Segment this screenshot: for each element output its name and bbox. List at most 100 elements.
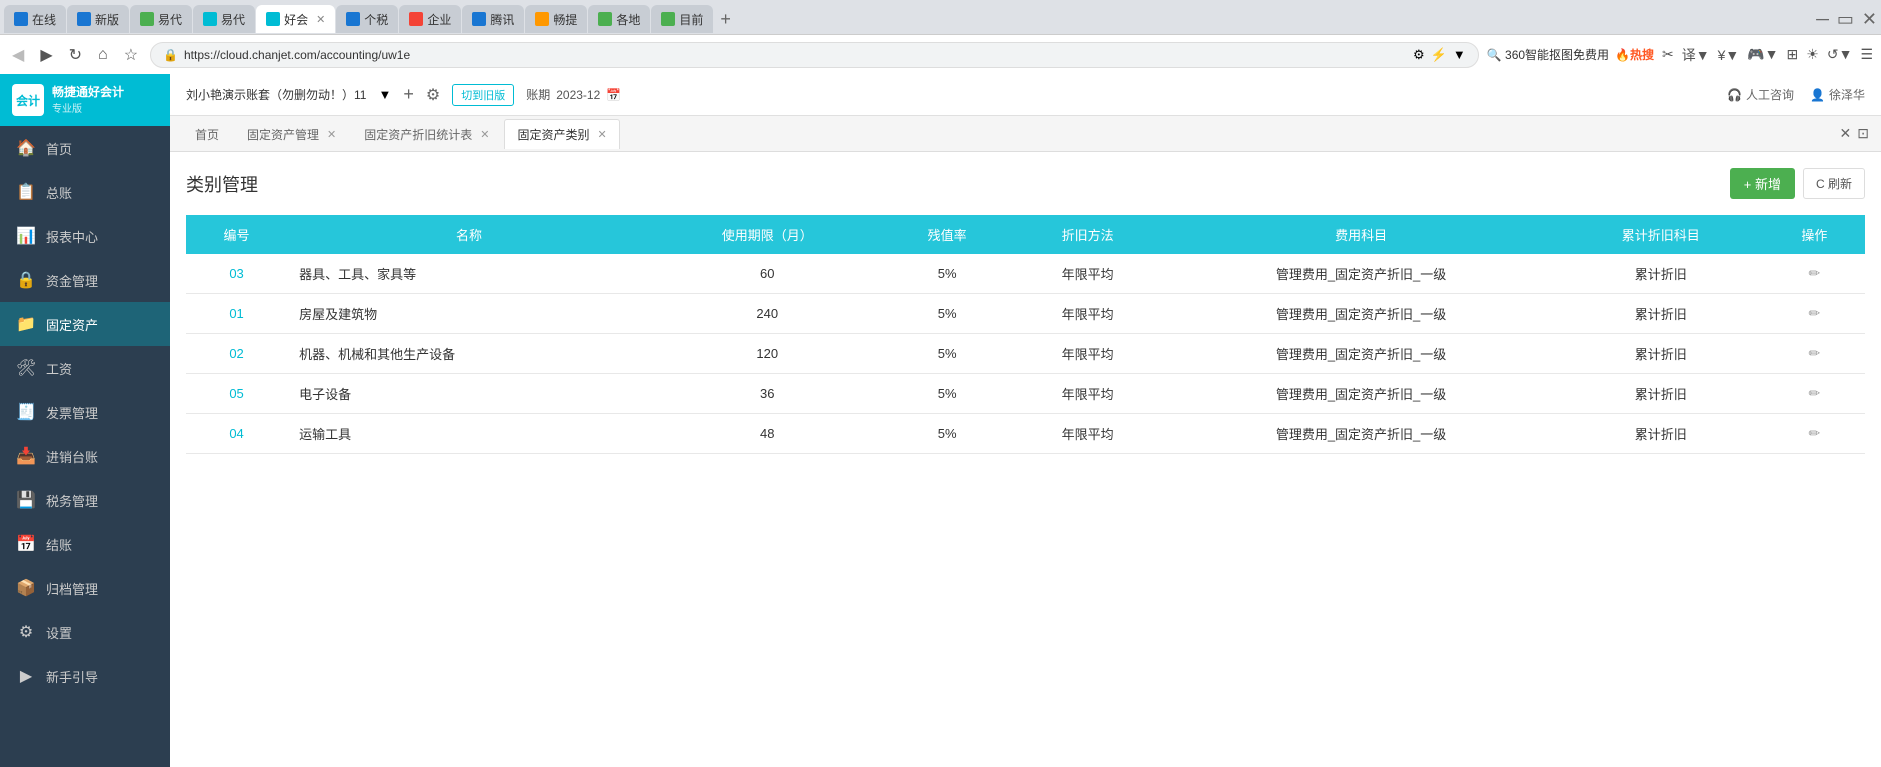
nav-back-button[interactable]: ◀ [8, 43, 28, 67]
sidebar-item-settings[interactable]: ⚙ 设置 [0, 610, 170, 654]
tab-maximize-button[interactable]: ⊡ [1857, 125, 1869, 142]
refresh-button[interactable]: C 刷新 [1803, 168, 1865, 199]
url-expand-icon[interactable]: ▼ [1453, 47, 1466, 62]
sun-icon[interactable]: ☀ [1806, 46, 1819, 63]
add-button[interactable]: + [403, 84, 414, 105]
user-avatar-area[interactable]: 👤 徐泽华 [1810, 86, 1865, 103]
user-dropdown-icon[interactable]: ▼ [378, 87, 391, 102]
nav-home-button[interactable]: ⌂ [94, 44, 112, 66]
browser-tab-yidai1[interactable]: 易代 [130, 5, 192, 33]
sidebar-item-fixed-assets[interactable]: 📁 固定资产 [0, 302, 170, 346]
nav-refresh-button[interactable]: ↻ [65, 43, 86, 67]
cell-name: 房屋及建筑物 [287, 294, 651, 334]
browser-tab-changti[interactable]: 畅提 [525, 5, 587, 33]
header-right: 🎧 人工咨询 👤 徐泽华 [1727, 86, 1865, 103]
tab-close-haokuai[interactable]: ✕ [316, 13, 325, 26]
tab-close-fixed-mgmt[interactable]: ✕ [327, 128, 336, 141]
url-dropdown-icon[interactable]: ⚙ [1413, 47, 1425, 63]
window-minimize-icon[interactable]: ─ [1816, 9, 1829, 30]
calendar-icon[interactable]: 📅 [606, 88, 621, 102]
tab-category-label: 固定资产类别 [517, 126, 589, 143]
tab-close-all-button[interactable]: ✕ [1840, 125, 1852, 142]
menu-icon[interactable]: ☰ [1860, 46, 1873, 63]
switch-version-button[interactable]: 切到旧版 [452, 84, 514, 106]
browser-tab-geshui[interactable]: 个税 [336, 5, 398, 33]
table-row: 02 机器、机械和其他生产设备 120 5% 年限平均 管理费用_固定资产折旧_… [186, 334, 1865, 374]
cell-action: ✏ [1764, 414, 1865, 454]
scissors-icon[interactable]: ✂ [1662, 46, 1674, 63]
edit-icon[interactable]: ✏ [1809, 425, 1821, 441]
new-tab-button[interactable]: + [714, 9, 737, 30]
browser-tab-new[interactable]: 新版 [67, 5, 129, 33]
browser-tab-gedi[interactable]: 各地 [588, 5, 650, 33]
url-lightning-icon[interactable]: ⚡ [1431, 47, 1447, 63]
tab-close-category[interactable]: ✕ [598, 128, 607, 141]
nav-bookmark-button[interactable]: ☆ [120, 43, 142, 67]
cell-depreciation: 累计折旧 [1558, 334, 1764, 374]
game-icon[interactable]: 🎮▼ [1747, 46, 1778, 63]
tab-home[interactable]: 首页 [182, 119, 232, 149]
nav-forward-button[interactable]: ▶ [36, 43, 56, 67]
sidebar-item-guide[interactable]: ▶ 新手引导 [0, 654, 170, 698]
history-icon[interactable]: ↺▼ [1827, 46, 1853, 63]
browser-tab-qiye[interactable]: 企业 [399, 5, 461, 33]
translate-icon[interactable]: 译▼ [1682, 45, 1710, 65]
sidebar-item-invoice[interactable]: 🧾 发票管理 [0, 390, 170, 434]
sidebar-item-purchase-sale[interactable]: 📥 进销台账 [0, 434, 170, 478]
archive-icon: 📦 [16, 578, 36, 598]
sidebar-item-reports[interactable]: 📊 报表中心 [0, 214, 170, 258]
window-close-icon[interactable]: ✕ [1862, 9, 1877, 30]
sidebar-item-settlement[interactable]: 📅 结账 [0, 522, 170, 566]
settings-header-icon[interactable]: ⚙ [426, 85, 440, 105]
tab-label-gedi: 各地 [616, 11, 640, 28]
hot-search-label[interactable]: 🔥热搜 [1615, 46, 1654, 63]
sidebar-item-ledger[interactable]: 📋 总账 [0, 170, 170, 214]
consult-button[interactable]: 🎧 人工咨询 [1727, 86, 1794, 103]
cell-residual: 5% [883, 374, 1010, 414]
edit-icon[interactable]: ✏ [1809, 345, 1821, 361]
cell-action: ✏ [1764, 374, 1865, 414]
tab-fixed-mgmt[interactable]: 固定资产管理 ✕ [234, 119, 349, 149]
sidebar-item-funds[interactable]: 🔒 资金管理 [0, 258, 170, 302]
sidebar-item-tax[interactable]: 💾 税务管理 [0, 478, 170, 522]
edit-icon[interactable]: ✏ [1809, 305, 1821, 321]
user-info: 刘小艳演示账套（勿删勿动！）11 [186, 86, 366, 103]
url-text: https://cloud.chanjet.com/accounting/uw1… [184, 48, 1407, 62]
sidebar-item-archive[interactable]: 📦 归档管理 [0, 566, 170, 610]
cell-name: 电子设备 [287, 374, 651, 414]
period-value: 2023-12 [556, 88, 600, 102]
browser-tab-haokuai[interactable]: 好会 ✕ [256, 5, 335, 33]
sidebar-label-guide: 新手引导 [46, 667, 98, 686]
tab-close-depreciation[interactable]: ✕ [480, 128, 489, 141]
headset-icon: 🎧 [1727, 88, 1742, 102]
tab-icon-tengxun [472, 12, 486, 26]
edit-icon[interactable]: ✏ [1809, 265, 1821, 281]
sidebar-label-salary: 工资 [46, 359, 72, 378]
add-category-button[interactable]: + 新增 [1730, 168, 1795, 199]
url-bar[interactable]: 🔒 https://cloud.chanjet.com/accounting/u… [150, 42, 1479, 68]
tab-label-yidai2: 易代 [221, 11, 245, 28]
currency-icon[interactable]: ¥▼ [1718, 47, 1740, 63]
sidebar-item-salary[interactable]: 🛠 工资 [0, 346, 170, 390]
cell-residual: 5% [883, 334, 1010, 374]
window-restore-icon[interactable]: ▭ [1837, 9, 1854, 30]
browser-tab-yidai2[interactable]: 易代 [193, 5, 255, 33]
tab-controls: ✕ ⊡ [1840, 125, 1869, 142]
sidebar-label-settlement: 结账 [46, 535, 72, 554]
period-info: 账期 2023-12 📅 [526, 86, 621, 103]
settings-icon: ⚙ [16, 622, 36, 642]
browser-tab-online[interactable]: 在线 [4, 5, 66, 33]
tab-depreciation[interactable]: 固定资产折旧统计表 ✕ [351, 119, 502, 149]
sidebar-item-home[interactable]: 🏠 首页 [0, 126, 170, 170]
tab-icon-online [14, 12, 28, 26]
browser-tab-tengxun[interactable]: 腾讯 [462, 5, 524, 33]
tab-label-geshui: 个税 [364, 11, 388, 28]
tab-icon-gedi [598, 12, 612, 26]
grid-icon[interactable]: ⊞ [1787, 46, 1799, 63]
edit-icon[interactable]: ✏ [1809, 385, 1821, 401]
tab-category[interactable]: 固定资产类别 ✕ [504, 119, 619, 149]
cell-code: 02 [186, 334, 287, 374]
browser-tab-muqian[interactable]: 目前 [651, 5, 713, 33]
col-header-residual: 残值率 [883, 215, 1010, 254]
search-bar-right: 🔍 360智能抠图免费用 🔥热搜 [1487, 46, 1654, 63]
